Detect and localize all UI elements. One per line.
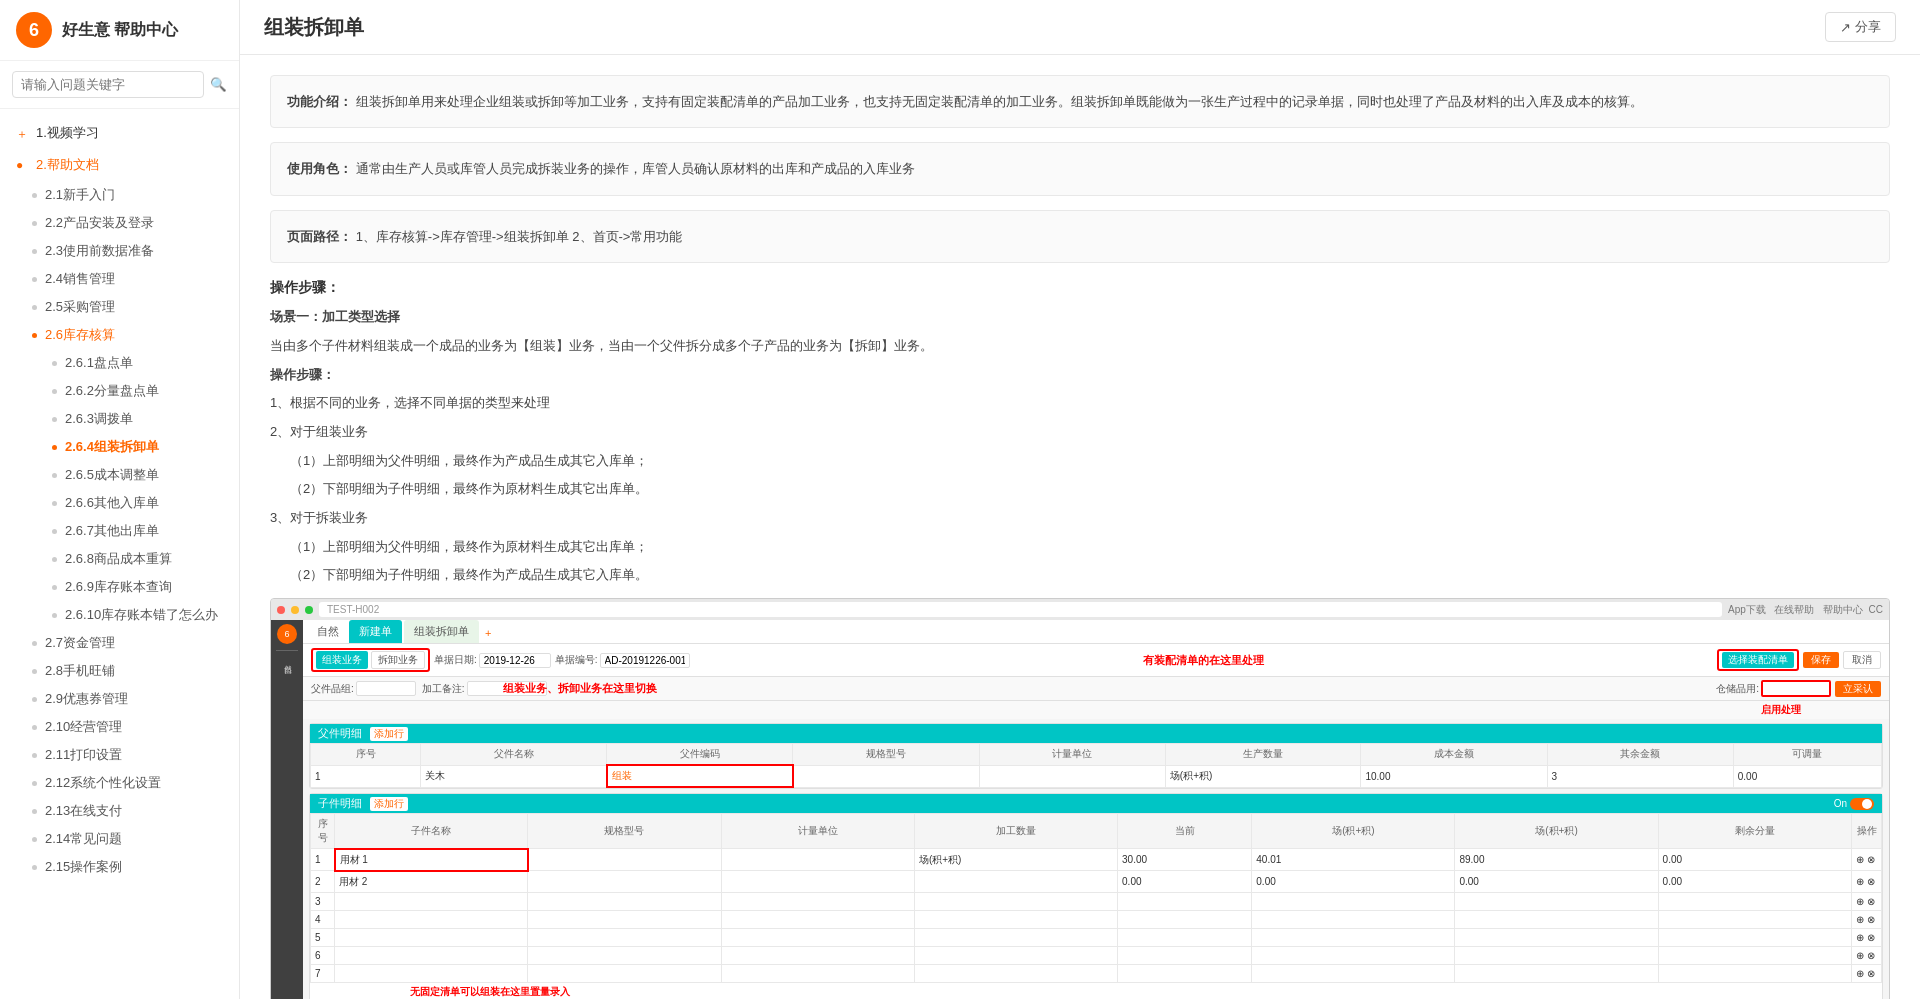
annotation-enable-row: 启用处理 xyxy=(303,701,1889,719)
mock-left-nav: 6 自然 xyxy=(271,620,303,999)
annotation-fixed-bom: 有装配清单的在这里处理 xyxy=(694,653,1713,668)
sidebar-item-2-11[interactable]: 2.11打印设置 xyxy=(24,741,239,769)
annotation-enable: 启用处理 xyxy=(1761,703,1801,717)
content-area: 功能介绍： 组装拆卸单用来处理企业组装或拆卸等加工业务，支持有固定装配清单的产品… xyxy=(240,55,1920,999)
main-header: 组装拆卸单 ↗ 分享 xyxy=(240,0,1920,55)
table-row: 5⊕ ⊗ xyxy=(311,928,1882,946)
func-intro-block: 功能介绍： 组装拆卸单用来处理企业组装或拆卸等加工业务，支持有固定装配清单的产品… xyxy=(270,75,1890,128)
mock-save-btn[interactable]: 保存 xyxy=(1803,652,1839,668)
nav-item-label: 1.视频学习 xyxy=(36,124,99,142)
share-button[interactable]: ↗ 分享 xyxy=(1825,12,1896,42)
screenshot: TEST-H002 App下载 在线帮助 帮助中心 CC 6 自然 自然 新建单 xyxy=(270,598,1890,999)
logo-icon: 6 xyxy=(16,12,52,48)
sidebar-item-2-2[interactable]: 2.2产品安装及登录 xyxy=(24,209,239,237)
main-area: 组装拆卸单 ↗ 分享 功能介绍： 组装拆卸单用来处理企业组装或拆卸等加工业务，支… xyxy=(240,0,1920,999)
table-row: 6⊕ ⊗ xyxy=(311,946,1882,964)
mock-browser-bar: TEST-H002 App下载 在线帮助 帮助中心 CC xyxy=(271,599,1889,620)
scene1: 场景一：加工类型选择 当由多个子件材料组装成一个成品的业务为【组装】业务，当由一… xyxy=(270,305,1890,588)
annotation-no-bom: 无固定清单可以组装在这里置量录入 xyxy=(310,983,1882,999)
sidebar-item-2-6-6[interactable]: 2.6.6其他入库单 xyxy=(44,489,239,517)
mock-sub-toolbar: 父件品组: 加工备注: 组装业务、拆卸业务在这里切换 仓储品用: xyxy=(303,677,1889,701)
sidebar-item-2-10[interactable]: 2.10经营管理 xyxy=(24,713,239,741)
path-text: 页面路径： 1、库存核算->库存管理->组装拆卸单 2、首页->常用功能 xyxy=(287,225,1873,248)
mock-top-table: 序号 父件名称 父件编码 规格型号 计量单位 生产数量 成本金额 其余金额 可调… xyxy=(310,743,1882,788)
search-input[interactable] xyxy=(12,71,204,98)
scene1-step2-subs: （1）上部明细为父件明细，最终作为产成品生成其它入库单； （2）下部明细为子件明… xyxy=(270,449,1890,502)
scene1-step3-subs: （1）上部明细为父件明细，最终作为原材料生成其它出库单； （2）下部明细为子件明… xyxy=(270,535,1890,588)
sidebar-item-2-6-8[interactable]: 2.6.8商品成本重算 xyxy=(44,545,239,573)
mock-app-body: 6 自然 自然 新建单 组装拆卸单 + xyxy=(271,620,1889,999)
logo-area: 6 好生意 帮助中心 xyxy=(0,0,239,61)
scene1-step3: 3、对于拆装业务 xyxy=(270,506,1890,531)
scene1-steps-title: 操作步骤： xyxy=(270,363,1890,388)
nav-sub-2-6: 2.6.1盘点单 2.6.2分量盘点单 2.6.3调拨单 2.6.4组装拆卸单 … xyxy=(24,349,239,629)
toggle-on[interactable] xyxy=(1850,798,1874,810)
share-icon: ↗ xyxy=(1840,20,1851,35)
sidebar-item-2-1[interactable]: 2.1新手入门 xyxy=(24,181,239,209)
sidebar-item-2-6-2[interactable]: 2.6.2分量盘点单 xyxy=(44,377,239,405)
mock-bottom-table: 序号 子件名称 规格型号 计量单位 加工数量 当前 场(积+积) 场(积+积) … xyxy=(310,813,1882,983)
func-intro-text: 功能介绍： 组装拆卸单用来处理企业组装或拆卸等加工业务，支持有固定装配清单的产品… xyxy=(287,90,1873,113)
mock-type-selector: 组装业务 拆卸业务 xyxy=(311,648,430,672)
sidebar-item-2-15[interactable]: 2.15操作案例 xyxy=(24,853,239,881)
sidebar-item-docs[interactable]: ● 2.帮助文档 2.1新手入门 2.2产品安装及登录 2.3使用前数据准备 2… xyxy=(0,149,239,881)
table-row: 1 关木 组装 场(积+积) 10.00 3 0.00 xyxy=(311,765,1882,787)
mock-top-table-section: 父件明细 添加行 序号 父件名称 父件编码 规格型号 计量单位 xyxy=(309,723,1883,789)
search-button[interactable]: 🔍 xyxy=(210,77,227,92)
sidebar-item-2-5[interactable]: 2.5采购管理 xyxy=(24,293,239,321)
scene1-step1: 1、根据不同的业务，选择不同单据的类型来处理 xyxy=(270,391,1890,416)
table-row: 2 用材 2 0.00 0.00 0.00 0.00 ⊕ ⊗ xyxy=(311,871,1882,893)
mock-cancel-btn[interactable]: 取消 xyxy=(1843,651,1881,669)
sidebar-item-2-7[interactable]: 2.7资金管理 xyxy=(24,629,239,657)
sidebar-item-2-6-1[interactable]: 2.6.1盘点单 xyxy=(44,349,239,377)
sidebar-item-2-6-3[interactable]: 2.6.3调拨单 xyxy=(44,405,239,433)
sidebar-item-video[interactable]: ＋ 1.视频学习 xyxy=(0,117,239,149)
sidebar-item-2-9[interactable]: 2.9优惠券管理 xyxy=(24,685,239,713)
sidebar-item-2-6[interactable]: 2.6库存核算 xyxy=(24,321,239,349)
annotation-switch: 组装业务、拆卸业务在这里切换 xyxy=(503,681,657,696)
nav-sub-docs: 2.1新手入门 2.2产品安装及登录 2.3使用前数据准备 2.4销售管理 2.… xyxy=(0,181,239,881)
scene1-step2: 2、对于组装业务 xyxy=(270,420,1890,445)
nav-item-label: 2.帮助文档 xyxy=(36,156,99,174)
scene1-title: 场景一：加工类型选择 xyxy=(270,305,1890,330)
role-text: 使用角色： 通常由生产人员或库管人员完成拆装业务的操作，库管人员确认原材料的出库… xyxy=(287,157,1873,180)
mock-bom-selector: 选择装配清单 xyxy=(1717,649,1799,671)
sidebar-item-2-8[interactable]: 2.8手机旺铺 xyxy=(24,657,239,685)
mock-tabs-row: 自然 新建单 组装拆卸单 + xyxy=(303,620,1889,644)
table-row: 3⊕ ⊗ xyxy=(311,892,1882,910)
role-block: 使用角色： 通常由生产人员或库管人员完成拆装业务的操作，库管人员确认原材料的出库… xyxy=(270,142,1890,195)
sidebar-item-2-6-7[interactable]: 2.6.7其他出库单 xyxy=(44,517,239,545)
sidebar-item-2-6-9[interactable]: 2.6.9库存账本查询 xyxy=(44,573,239,601)
sidebar-item-2-6-10[interactable]: 2.6.10库存账本错了怎么办 xyxy=(44,601,239,629)
sidebar-item-2-6-4[interactable]: 2.6.4组装拆卸单 xyxy=(44,433,239,461)
table-row: 7⊕ ⊗ xyxy=(311,964,1882,982)
table-row: 1 用材 1 场(积+积) 30.00 40.01 89.00 0.00 xyxy=(311,849,1882,871)
sidebar-item-2-13[interactable]: 2.13在线支付 xyxy=(24,797,239,825)
sidebar-item-2-12[interactable]: 2.12系统个性化设置 xyxy=(24,769,239,797)
expand-icon: ＋ xyxy=(16,126,30,140)
page-title: 组装拆卸单 xyxy=(264,14,364,41)
table-row: 4⊕ ⊗ xyxy=(311,910,1882,928)
sidebar-item-2-4[interactable]: 2.4销售管理 xyxy=(24,265,239,293)
mock-main-content: 自然 新建单 组装拆卸单 + 组装业务 拆卸业务 单据日期: xyxy=(303,620,1889,999)
mock-toolbar-row: 组装业务 拆卸业务 单据日期: 单据编号: 有装配清单的在这里处理 xyxy=(303,644,1889,677)
sidebar-item-2-3[interactable]: 2.3使用前数据准备 xyxy=(24,237,239,265)
path-block: 页面路径： 1、库存核算->库存管理->组装拆卸单 2、首页->常用功能 xyxy=(270,210,1890,263)
sidebar-item-2-6-5[interactable]: 2.6.5成本调整单 xyxy=(44,461,239,489)
ops-title: 操作步骤： xyxy=(270,279,1890,297)
scene1-desc: 当由多个子件材料组装成一个成品的业务为【组装】业务，当由一个父件拆分成多个子产品… xyxy=(270,334,1890,359)
nav-tree: ＋ 1.视频学习 ● 2.帮助文档 2.1新手入门 2.2产品安装及登录 2.3… xyxy=(0,109,239,999)
mock-confirm-btn[interactable]: 立采认 xyxy=(1835,681,1881,697)
collapse-icon: ● xyxy=(16,158,30,172)
search-box: 🔍 xyxy=(0,61,239,109)
sidebar: 6 好生意 帮助中心 🔍 ＋ 1.视频学习 ● 2.帮助文档 2.1新手入门 2… xyxy=(0,0,240,999)
mock-bottom-table-section: 子件明细 添加行 On xyxy=(309,793,1883,999)
logo-text: 好生意 帮助中心 xyxy=(62,20,178,41)
sidebar-item-2-14[interactable]: 2.14常见问题 xyxy=(24,825,239,853)
